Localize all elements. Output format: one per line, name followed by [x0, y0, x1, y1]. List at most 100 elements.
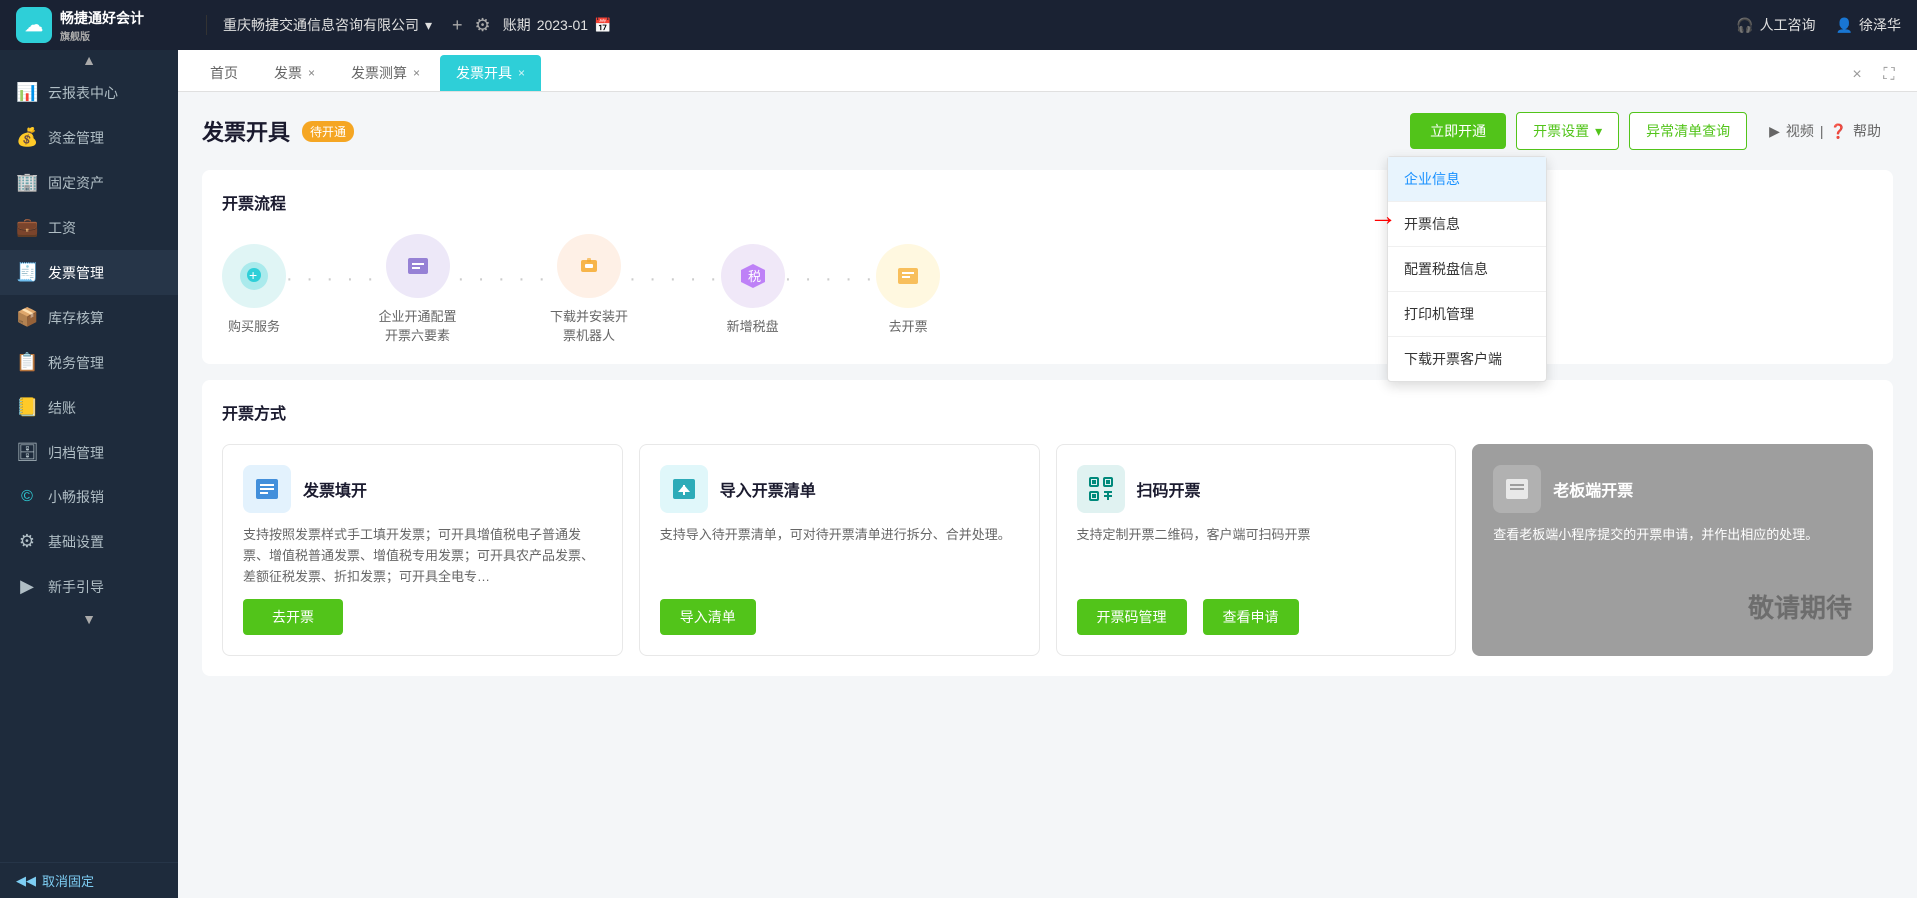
- user-item[interactable]: 👤 徐泽华: [1836, 15, 1901, 35]
- step2-icon: [386, 234, 450, 298]
- boss-desc: 查看老板端小程序提交的开票申请，并作出相应的处理。: [1493, 525, 1852, 546]
- abnormal-button[interactable]: 异常清单查询: [1629, 112, 1747, 150]
- import-desc: 支持导入待开票清单，可对待开票清单进行拆分、合并处理。: [660, 525, 1019, 546]
- scan-title: 扫码开票: [1137, 477, 1201, 501]
- period-info: 账期 2023-01 📅: [503, 15, 612, 35]
- tab-expand-button[interactable]: ⛶: [1877, 63, 1901, 87]
- dropdown-download-label: 下载开票客户端: [1404, 351, 1502, 367]
- video-label: 视频: [1786, 121, 1814, 141]
- divider: |: [1820, 123, 1824, 139]
- logo-icon: ☁: [16, 7, 52, 43]
- boss-icon: [1493, 465, 1541, 513]
- tab-issue[interactable]: 发票开具 ×: [440, 55, 541, 91]
- svg-text:税: 税: [748, 269, 761, 284]
- import-buttons: 导入清单: [660, 599, 1019, 635]
- step-dots-2: · · · · ·: [458, 268, 550, 291]
- logo-text: 畅捷通好会计 旗舰版: [60, 8, 144, 43]
- fill-go-button[interactable]: 去开票: [243, 599, 343, 635]
- settings-button[interactable]: 开票设置 ▾: [1516, 112, 1619, 150]
- dropdown-item-company[interactable]: 企业信息: [1388, 157, 1546, 201]
- headset-icon: 🎧: [1736, 17, 1753, 34]
- question-icon: ❓: [1830, 123, 1847, 140]
- boss-overlay-text: 敬请期待: [1748, 588, 1852, 625]
- help-label: 帮助: [1853, 121, 1881, 141]
- method-card-import: 导入开票清单 支持导入待开票清单，可对待开票清单进行拆分、合并处理。 导入清单: [639, 444, 1040, 656]
- method-card-scan: 扫码开票 支持定制开票二维码，客户端可扫码开票 开票码管理 查看申请: [1056, 444, 1457, 656]
- method-import-header: 导入开票清单: [660, 465, 1019, 513]
- sidebar-item-guding[interactable]: 🏢 固定资产: [0, 160, 178, 205]
- fill-title: 发票填开: [303, 477, 367, 501]
- settings-icon[interactable]: ⚙: [475, 15, 491, 36]
- sidebar-item-zijin[interactable]: 💰 资金管理: [0, 115, 178, 160]
- copyright-icon: ©: [16, 488, 38, 506]
- content-area: 首页 发票 × 发票测算 × 发票开具 × × ⛶ 发票开具: [178, 50, 1917, 898]
- methods-title: 开票方式: [222, 400, 1873, 424]
- tab-home[interactable]: 首页: [194, 55, 254, 91]
- methods-grid: 发票填开 支持按照发票样式手工填开发票；可开具增值税电子普通发票、增值税普通发票…: [222, 444, 1873, 656]
- scan-desc: 支持定制开票二维码，客户端可扫码开票: [1077, 525, 1436, 546]
- tab-issue-close[interactable]: ×: [518, 66, 525, 80]
- step4-icon: 税: [721, 244, 785, 308]
- top-right: 🎧 人工咨询 👤 徐泽华: [1736, 15, 1901, 35]
- sidebar-label: 结账: [48, 398, 76, 418]
- plus-icon[interactable]: +: [452, 15, 463, 36]
- sidebar-item-shuiwu[interactable]: 📋 税务管理: [0, 340, 178, 385]
- settings-dropdown[interactable]: 企业信息 开票信息 配置税盘信息 打印机管理 下载开票客户端: [1387, 156, 1547, 382]
- dropdown-item-invoiceinfo[interactable]: 开票信息: [1388, 202, 1546, 246]
- fill-desc: 支持按照发票样式手工填开发票；可开具增值税电子普通发票、增值税普通发票、增值税专…: [243, 525, 602, 587]
- play-icon: ▶: [16, 576, 38, 597]
- sidebar-unpin-button[interactable]: ◀◀ 取消固定: [0, 862, 178, 898]
- tab-close-button[interactable]: ×: [1845, 63, 1869, 87]
- period-label: 账期: [503, 15, 531, 35]
- step5-icon: [876, 244, 940, 308]
- tab-invoice-close[interactable]: ×: [308, 66, 315, 80]
- process-title: 开票流程: [222, 190, 1873, 214]
- methods-section: 开票方式 发票填开 支持按照发票样式手工填开发票；可开具增值税电子普通发票、增值…: [202, 380, 1893, 676]
- fill-buttons: 去开票: [243, 599, 602, 635]
- sidebar-item-yunbao[interactable]: 📊 云报表中心: [0, 70, 178, 115]
- sidebar-item-xinshou[interactable]: ▶ 新手引导: [0, 564, 178, 609]
- qr-button[interactable]: 开票码管理: [1077, 599, 1187, 635]
- period-value: 2023-01: [537, 17, 588, 33]
- support-item[interactable]: 🎧 人工咨询: [1736, 15, 1815, 35]
- tab-invoice[interactable]: 发票 ×: [258, 55, 331, 91]
- sidebar-item-jiezhang[interactable]: 📒 结账: [0, 385, 178, 430]
- import-button[interactable]: 导入清单: [660, 599, 756, 635]
- sidebar-item-gongzi[interactable]: 💼 工资: [0, 205, 178, 250]
- sidebar-label: 小畅报销: [48, 487, 104, 507]
- company-name: 重庆畅捷交通信息咨询有限公司: [223, 15, 419, 35]
- company-selector[interactable]: 重庆畅捷交通信息咨询有限公司 ▾: [206, 15, 432, 35]
- tab-bar: 首页 发票 × 发票测算 × 发票开具 × × ⛶: [178, 50, 1917, 92]
- tab-estimate[interactable]: 发票测算 ×: [335, 55, 436, 91]
- tab-issue-label: 发票开具: [456, 63, 512, 83]
- sidebar-label: 归档管理: [48, 443, 104, 463]
- video-button[interactable]: ▶ 视频 | ❓ 帮助: [1757, 113, 1893, 149]
- view-button[interactable]: 查看申请: [1203, 599, 1299, 635]
- settings-button-label: 开票设置: [1533, 121, 1589, 141]
- tab-end-buttons: × ⛶: [1845, 63, 1901, 91]
- process-step-1: + 购买服务: [222, 244, 286, 335]
- chevron-down-icon: ▾: [1595, 123, 1602, 140]
- sidebar-label: 新手引导: [48, 577, 104, 597]
- sidebar-item-guidang[interactable]: 🗄 归档管理: [0, 430, 178, 475]
- sidebar-scroll-down[interactable]: ▼: [0, 609, 178, 629]
- sidebar-item-xiaochang[interactable]: © 小畅报销: [0, 475, 178, 519]
- sidebar-item-kucun[interactable]: 📦 库存核算: [0, 295, 178, 340]
- sidebar-item-jichu[interactable]: ⚙ 基础设置: [0, 519, 178, 564]
- logo-main: 畅捷通好会计: [60, 8, 144, 28]
- dropdown-printer-label: 打印机管理: [1404, 306, 1474, 322]
- calendar-icon[interactable]: 📅: [594, 17, 611, 34]
- support-label: 人工咨询: [1760, 15, 1816, 35]
- page-title: 发票开具: [202, 115, 290, 147]
- dropdown-item-download[interactable]: 下载开票客户端: [1388, 337, 1546, 381]
- main-layout: ▲ 📊 云报表中心 💰 资金管理 🏢 固定资产 💼 工资 🧾 发票管理 📦 库存…: [0, 50, 1917, 898]
- tab-estimate-close[interactable]: ×: [413, 66, 420, 80]
- activate-button[interactable]: 立即开通: [1410, 113, 1506, 149]
- step4-label: 新增税盘: [727, 316, 779, 335]
- dropdown-item-printer[interactable]: 打印机管理: [1388, 292, 1546, 336]
- dropdown-item-taxconfig[interactable]: 配置税盘信息: [1388, 247, 1546, 291]
- import-title: 导入开票清单: [720, 477, 816, 501]
- sidebar-scroll-up[interactable]: ▲: [0, 50, 178, 70]
- sidebar-item-fapiao[interactable]: 🧾 发票管理: [0, 250, 178, 295]
- sidebar-label: 发票管理: [48, 263, 104, 283]
